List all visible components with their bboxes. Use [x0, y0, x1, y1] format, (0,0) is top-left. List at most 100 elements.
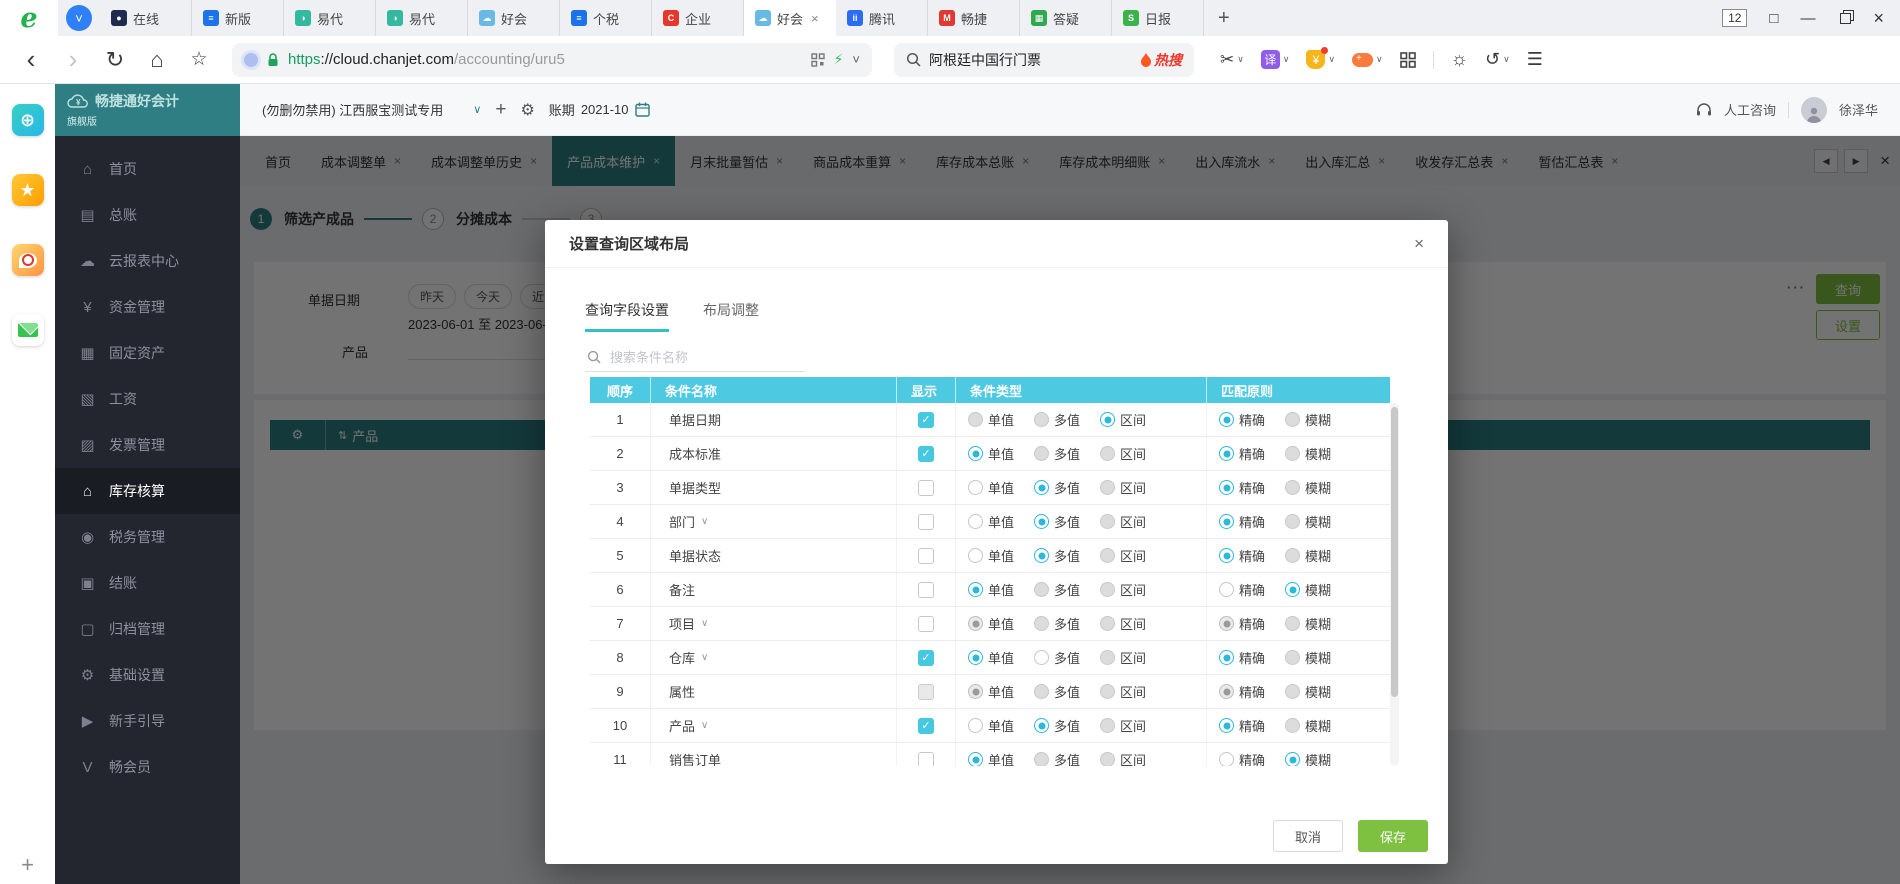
show-checkbox[interactable] — [918, 513, 934, 530]
show-checkbox[interactable] — [918, 615, 934, 632]
sidebar-item-fund[interactable]: ¥ 资金管理 — [55, 284, 240, 330]
radio-condition-type[interactable] — [968, 718, 983, 733]
username[interactable]: 徐泽华 — [1839, 100, 1878, 119]
sidebar-item-guide[interactable]: ▶ 新手引导 — [55, 698, 240, 744]
radio-match-rule[interactable] — [1285, 582, 1301, 597]
radio-condition-type[interactable] — [968, 548, 983, 563]
account-settings-button[interactable]: ⚙ — [520, 100, 534, 120]
sidebar-item-asset[interactable]: ▦ 固定资产 — [55, 330, 240, 376]
url-text[interactable]: https://cloud.chanjet.com/accounting/uru… — [288, 51, 802, 68]
browser-tab[interactable]: ii 腾讯 — [836, 0, 928, 36]
chevron-down-icon[interactable]: ∨ — [701, 516, 708, 527]
radio-condition-type[interactable] — [968, 514, 983, 529]
radio-condition-type[interactable] — [1034, 718, 1050, 733]
address-bar[interactable]: https://cloud.chanjet.com/accounting/uru… — [232, 42, 872, 77]
browser-tab[interactable]: ▦ 答疑 — [1020, 0, 1112, 36]
back-button[interactable]: ‹ — [14, 44, 48, 75]
browser-logo[interactable]: e — [0, 0, 58, 36]
radio-match-rule[interactable] — [1219, 412, 1234, 427]
minimize-button[interactable]: — — [1800, 10, 1815, 27]
url-dropdown-icon[interactable]: ˅ — [852, 52, 860, 67]
chevron-down-icon[interactable]: ∨ — [701, 720, 708, 731]
radio-condition-type[interactable] — [1034, 650, 1050, 665]
condition-search-field[interactable]: 搜索条件名称 — [585, 342, 805, 372]
dialog-close-button[interactable]: × — [1414, 234, 1424, 254]
browser-menu-button[interactable]: ☰ — [1527, 49, 1543, 70]
maximize-button[interactable]: □ — [1769, 10, 1778, 27]
night-mode-button[interactable]: ☼ — [1451, 49, 1468, 71]
radio-condition-type[interactable] — [1034, 514, 1050, 529]
browser-tab[interactable]: ● 在线 — [100, 0, 192, 36]
sidebar-item-tax[interactable]: ◉ 税务管理 — [55, 514, 240, 560]
show-checkbox[interactable] — [918, 581, 934, 598]
sidebar-item-archive[interactable]: ▢ 归档管理 — [55, 606, 240, 652]
sidebar-item-report[interactable]: ☁ 云报表中心 — [55, 238, 240, 284]
radio-condition-type[interactable] — [1034, 548, 1050, 563]
radio-condition-type[interactable] — [968, 480, 983, 495]
support-link[interactable]: 人工咨询 — [1724, 100, 1776, 119]
user-avatar[interactable] — [1800, 96, 1827, 123]
qr-code-icon[interactable] — [810, 52, 825, 67]
bookmark-star-button[interactable]: ☆ — [182, 48, 216, 71]
browser-tab[interactable]: C 企业 — [652, 0, 744, 36]
tab-close-icon[interactable]: × — [811, 11, 819, 26]
sidebar-item-ledger[interactable]: ▤ 总账 — [55, 192, 240, 238]
radio-condition-type[interactable] — [968, 446, 983, 461]
tab-counter[interactable]: 12 — [1722, 9, 1748, 27]
browser-tab[interactable]: ☁ 好会 × — [744, 0, 836, 36]
browser-tab[interactable]: M 畅捷 — [928, 0, 1020, 36]
dock-weibo-app-icon[interactable] — [11, 244, 44, 276]
dialog-tab[interactable]: 布局调整 — [703, 300, 759, 332]
save-button[interactable]: 保存 — [1358, 820, 1428, 852]
radio-match-rule[interactable] — [1219, 514, 1234, 529]
dialog-tab[interactable]: 查询字段设置 — [585, 300, 669, 332]
wallet-shield-button[interactable]: ¥ ∨ — [1306, 47, 1335, 69]
dock-health-app-icon[interactable]: ⊕ — [11, 104, 44, 136]
show-checkbox[interactable]: ✓ — [918, 411, 934, 428]
sidebar-item-invoice[interactable]: ▨ 发票管理 — [55, 422, 240, 468]
dock-favorites-app-icon[interactable]: ★ — [11, 174, 44, 206]
sidebar-item-home[interactable]: ⌂ 首页 — [55, 146, 240, 192]
radio-condition-type[interactable] — [968, 582, 983, 597]
translate-button[interactable]: 译 ∨ — [1260, 50, 1289, 69]
radio-match-rule[interactable] — [1219, 752, 1234, 766]
show-checkbox[interactable]: ✓ — [918, 649, 934, 666]
site-permission-icon[interactable] — [244, 52, 258, 67]
duplicate-window-icon[interactable] — [1840, 12, 1852, 24]
sidebar-item-closing[interactable]: ▣ 结账 — [55, 560, 240, 606]
chevron-down-icon[interactable]: ∨ — [701, 652, 708, 663]
browser-tab[interactable]: ◑ 易代 — [284, 0, 376, 36]
new-tab-button[interactable]: + — [1204, 7, 1244, 30]
show-checkbox[interactable]: ✓ — [918, 445, 934, 462]
show-checkbox[interactable] — [918, 751, 934, 766]
radio-condition-type[interactable] — [968, 752, 983, 766]
browser-tab[interactable]: ≡ 个税 — [560, 0, 652, 36]
radio-match-rule[interactable] — [1219, 582, 1234, 597]
browser-tab[interactable]: ☁ 好会 — [468, 0, 560, 36]
radio-match-rule[interactable] — [1219, 480, 1234, 495]
radio-match-rule[interactable] — [1219, 548, 1234, 563]
radio-match-rule[interactable] — [1285, 752, 1301, 766]
dock-add-button[interactable]: + — [0, 852, 55, 878]
search-query-text[interactable]: 阿根廷中国行门票 — [929, 50, 1132, 70]
radio-match-rule[interactable] — [1219, 446, 1234, 461]
undo-closed-tab-button[interactable]: ↺ ∨ — [1485, 49, 1510, 70]
browser-tab[interactable]: S 日报 — [1112, 0, 1204, 36]
show-checkbox[interactable]: ✓ — [918, 717, 934, 734]
forward-button[interactable]: › — [56, 44, 90, 75]
radio-match-rule[interactable] — [1219, 718, 1234, 733]
apps-grid-button[interactable] — [1399, 51, 1416, 68]
chevron-down-icon[interactable]: ∨ — [701, 618, 708, 629]
sidebar-item-salary[interactable]: ▧ 工资 — [55, 376, 240, 422]
hot-search-tag[interactable]: 热搜 — [1140, 50, 1182, 70]
browser-pinned-icon[interactable]: ˅ — [66, 5, 92, 31]
company-selector[interactable]: (勿删勿禁用) 江西服宝测试专用 ∨ — [262, 100, 481, 119]
radio-condition-type[interactable] — [968, 650, 983, 665]
sidebar-item-member[interactable]: V 畅会员 — [55, 744, 240, 790]
scrollbar-thumb[interactable] — [1391, 407, 1398, 697]
sidebar-item-settings[interactable]: ⚙ 基础设置 — [55, 652, 240, 698]
browser-tab[interactable]: ◑ 易代 — [376, 0, 468, 36]
show-checkbox[interactable] — [918, 547, 934, 564]
show-checkbox[interactable] — [918, 479, 934, 496]
cancel-button[interactable]: 取消 — [1273, 820, 1343, 852]
